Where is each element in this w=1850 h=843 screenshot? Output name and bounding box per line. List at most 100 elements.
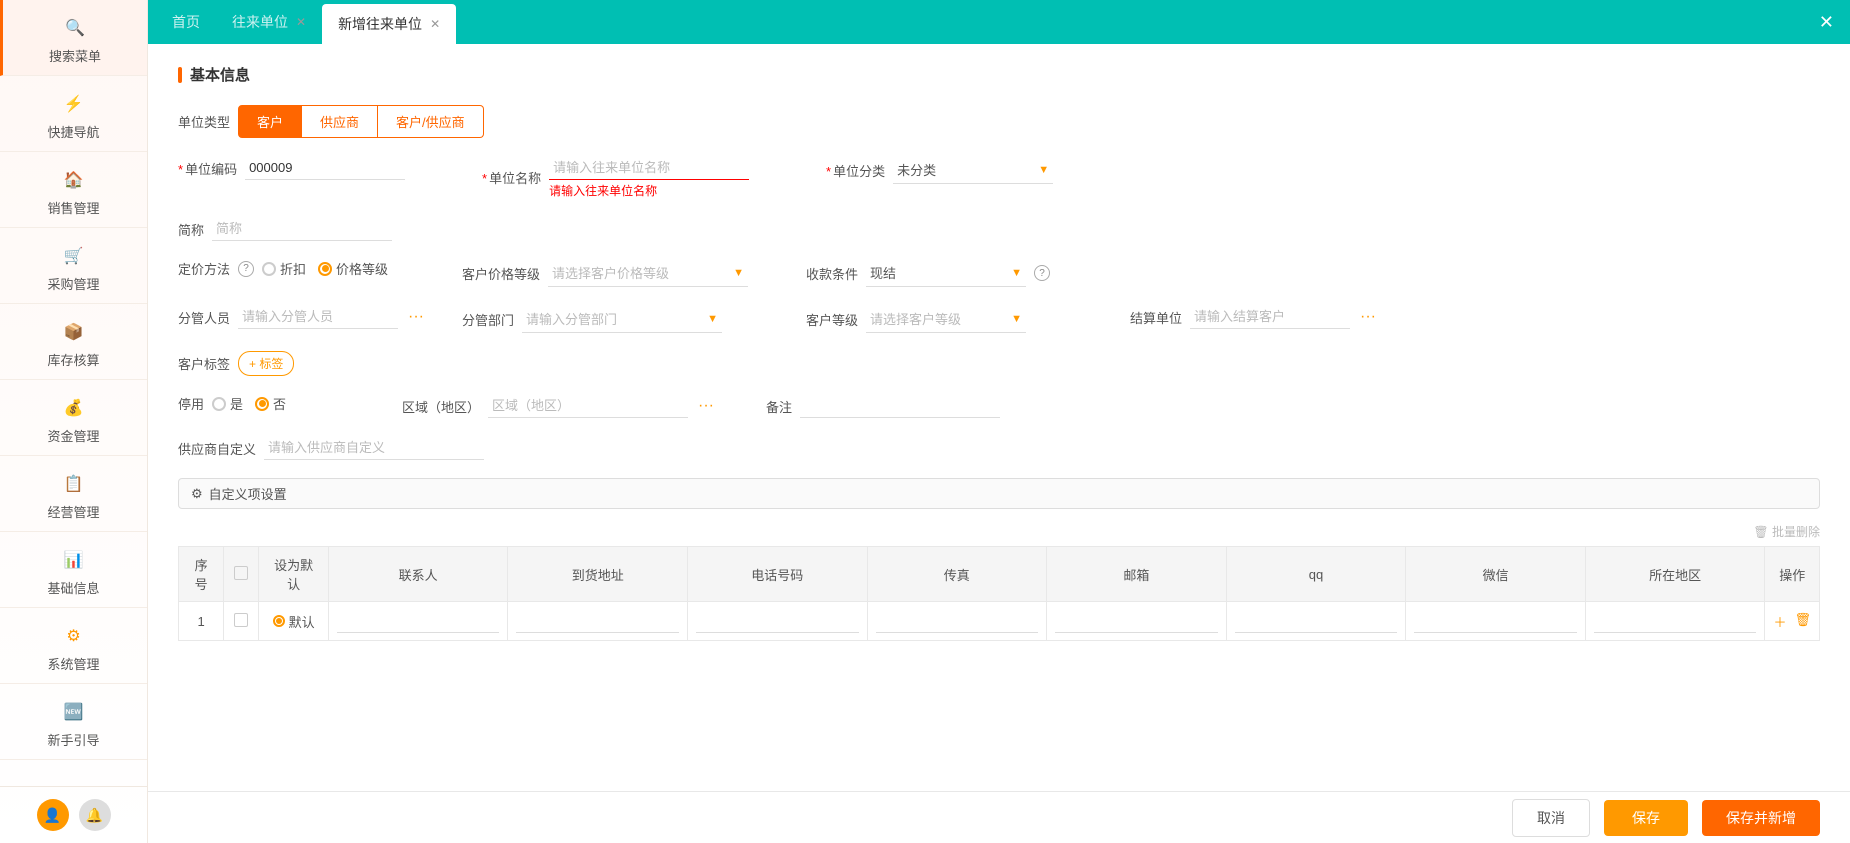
payment-terms-select[interactable]: 现结 ▼ — [866, 259, 1026, 287]
unit-category-select[interactable]: 未分类 ▼ — [893, 156, 1053, 184]
disabled-region-row: 停用 是 否 区域（地区） ··· — [178, 394, 1820, 418]
cell-area[interactable] — [1585, 602, 1765, 641]
unit-code-label: 单位编码 — [178, 159, 237, 178]
cell-fax[interactable] — [867, 602, 1047, 641]
region-input[interactable] — [488, 394, 688, 418]
wechat-input[interactable] — [1414, 609, 1577, 633]
department-placeholder: 请输入分管部门 — [526, 309, 703, 328]
unit-name-field: 单位名称 请输入往来单位名称 — [482, 156, 802, 199]
qq-input[interactable] — [1235, 609, 1398, 633]
section-bar — [178, 67, 182, 83]
department-label: 分管部门 — [462, 310, 514, 329]
sidebar-item-search[interactable]: 🔍 搜索菜单 — [0, 0, 147, 76]
shortname-field: 简称 — [178, 217, 458, 241]
cell-address[interactable] — [508, 602, 688, 641]
batch-delete-label: 批量删除 — [1772, 525, 1820, 539]
sidebar-item-operations[interactable]: 📋 经营管理 — [0, 456, 147, 532]
cell-contact[interactable] — [328, 602, 508, 641]
sidebar-item-quicknav[interactable]: ⚡ 快捷导航 — [0, 76, 147, 152]
sidebar-item-purchase[interactable]: 🛒 采购管理 — [0, 228, 147, 304]
tab-partner-list-close[interactable]: ✕ — [296, 15, 306, 29]
sidebar-item-basicinfo[interactable]: 📊 基础信息 — [0, 532, 147, 608]
supplier-custom-label: 供应商自定义 — [178, 439, 256, 458]
settlement-more-btn[interactable]: ··· — [1358, 308, 1378, 326]
shortname-input[interactable] — [212, 217, 392, 241]
col-action: 操作 — [1765, 547, 1820, 602]
customer-level-select[interactable]: 请选择客户等级 ▼ — [866, 305, 1026, 333]
region-field: 区域（地区） ··· — [402, 394, 742, 418]
price-level-select[interactable]: 请选择客户价格等级 ▼ — [548, 259, 748, 287]
delete-row-btn[interactable]: 🗑 — [1794, 612, 1811, 631]
sysmanage-icon: ⚙ — [60, 622, 88, 650]
close-all-tabs-button[interactable]: ✕ — [1811, 12, 1842, 33]
col-phone: 电话号码 — [687, 547, 867, 602]
disabled-yes-label: 是 — [230, 394, 243, 413]
region-more-btn[interactable]: ··· — [696, 397, 716, 415]
add-tag-button[interactable]: + 标签 — [238, 351, 294, 376]
main-area: 首页 往来单位 ✕ 新增往来单位 ✕ ✕ 基本信息 单位类型 客户 供应商 — [148, 0, 1850, 843]
basicinfo-icon: 📊 — [60, 546, 88, 574]
phone-input[interactable] — [696, 609, 859, 633]
save-button[interactable]: 保存 — [1604, 800, 1688, 836]
select-all-checkbox[interactable] — [234, 566, 248, 580]
custom-settings-icon: ⚙ — [191, 486, 203, 502]
cell-qq[interactable] — [1226, 602, 1406, 641]
pricing-discount-radio[interactable] — [262, 262, 276, 276]
sidebar-item-sysmanage[interactable]: ⚙ 系统管理 — [0, 608, 147, 684]
unit-type-customer-btn[interactable]: 客户 — [238, 105, 302, 138]
manager-more-btn[interactable]: ··· — [406, 308, 426, 326]
supplier-custom-row: 供应商自定义 — [178, 436, 1820, 460]
pricing-method-label: 定价方法 — [178, 259, 230, 278]
address-input[interactable] — [516, 609, 679, 633]
payment-terms-help-icon[interactable]: ? — [1034, 265, 1050, 281]
sidebar-item-finance[interactable]: 💰 资金管理 — [0, 380, 147, 456]
unit-type-supplier-btn[interactable]: 供应商 — [302, 105, 378, 138]
department-arrow: ▼ — [707, 313, 718, 325]
row-checkbox[interactable] — [234, 613, 248, 627]
area-input[interactable] — [1594, 609, 1757, 633]
disabled-no-radio[interactable] — [255, 397, 269, 411]
department-select[interactable]: 请输入分管部门 ▼ — [522, 305, 722, 333]
finance-icon: 💰 — [60, 394, 88, 422]
tab-new-partner-close[interactable]: ✕ — [430, 17, 440, 31]
contact-input[interactable] — [337, 609, 500, 633]
pricing-help-icon[interactable]: ? — [238, 261, 254, 277]
unit-name-input[interactable] — [549, 156, 749, 180]
payment-terms-arrow: ▼ — [1011, 267, 1022, 279]
batch-delete-button[interactable]: 🗑 批量删除 — [178, 523, 1820, 540]
disabled-yes-option[interactable]: 是 — [212, 394, 243, 413]
disabled-no-option[interactable]: 否 — [255, 394, 286, 413]
add-row-btn[interactable]: ＋ — [1773, 612, 1786, 631]
sidebar-item-label: 搜索菜单 — [49, 46, 101, 65]
unit-code-input[interactable] — [245, 156, 405, 180]
unit-type-both-btn[interactable]: 客户/供应商 — [378, 105, 484, 138]
pricing-level-radio[interactable] — [318, 262, 332, 276]
shortname-row: 简称 — [178, 217, 1820, 241]
department-field: 分管部门 请输入分管部门 ▼ — [462, 305, 782, 333]
tab-new-partner[interactable]: 新增往来单位 ✕ — [322, 4, 456, 44]
col-checkbox — [224, 547, 259, 602]
supplier-custom-input[interactable] — [264, 436, 484, 460]
section-heading: 基本信息 — [178, 64, 1820, 85]
pricing-discount-option[interactable]: 折扣 — [262, 259, 306, 278]
custom-settings-button[interactable]: ⚙ 自定义项设置 — [178, 478, 1820, 509]
fax-input[interactable] — [876, 609, 1039, 633]
cell-email[interactable] — [1047, 602, 1227, 641]
tab-partner-list[interactable]: 往来单位 ✕ — [216, 0, 322, 44]
cancel-button[interactable]: 取消 — [1512, 799, 1590, 837]
save-and-new-button[interactable]: 保存并新增 — [1702, 800, 1820, 836]
disabled-radio-group: 是 否 — [212, 394, 286, 413]
cell-wechat[interactable] — [1406, 602, 1586, 641]
default-radio[interactable] — [273, 615, 285, 627]
remark-input[interactable] — [800, 394, 1000, 418]
email-input[interactable] — [1055, 609, 1218, 633]
sidebar-item-newguide[interactable]: 🆕 新手引导 — [0, 684, 147, 760]
settlement-input[interactable] — [1190, 305, 1350, 329]
manager-input[interactable] — [238, 305, 398, 329]
sidebar-item-inventory[interactable]: 📦 库存核算 — [0, 304, 147, 380]
sidebar-item-sales[interactable]: 🏠 销售管理 — [0, 152, 147, 228]
pricing-level-option[interactable]: 价格等级 — [318, 259, 388, 278]
cell-phone[interactable] — [687, 602, 867, 641]
tab-home[interactable]: 首页 — [156, 0, 216, 44]
disabled-yes-radio[interactable] — [212, 397, 226, 411]
